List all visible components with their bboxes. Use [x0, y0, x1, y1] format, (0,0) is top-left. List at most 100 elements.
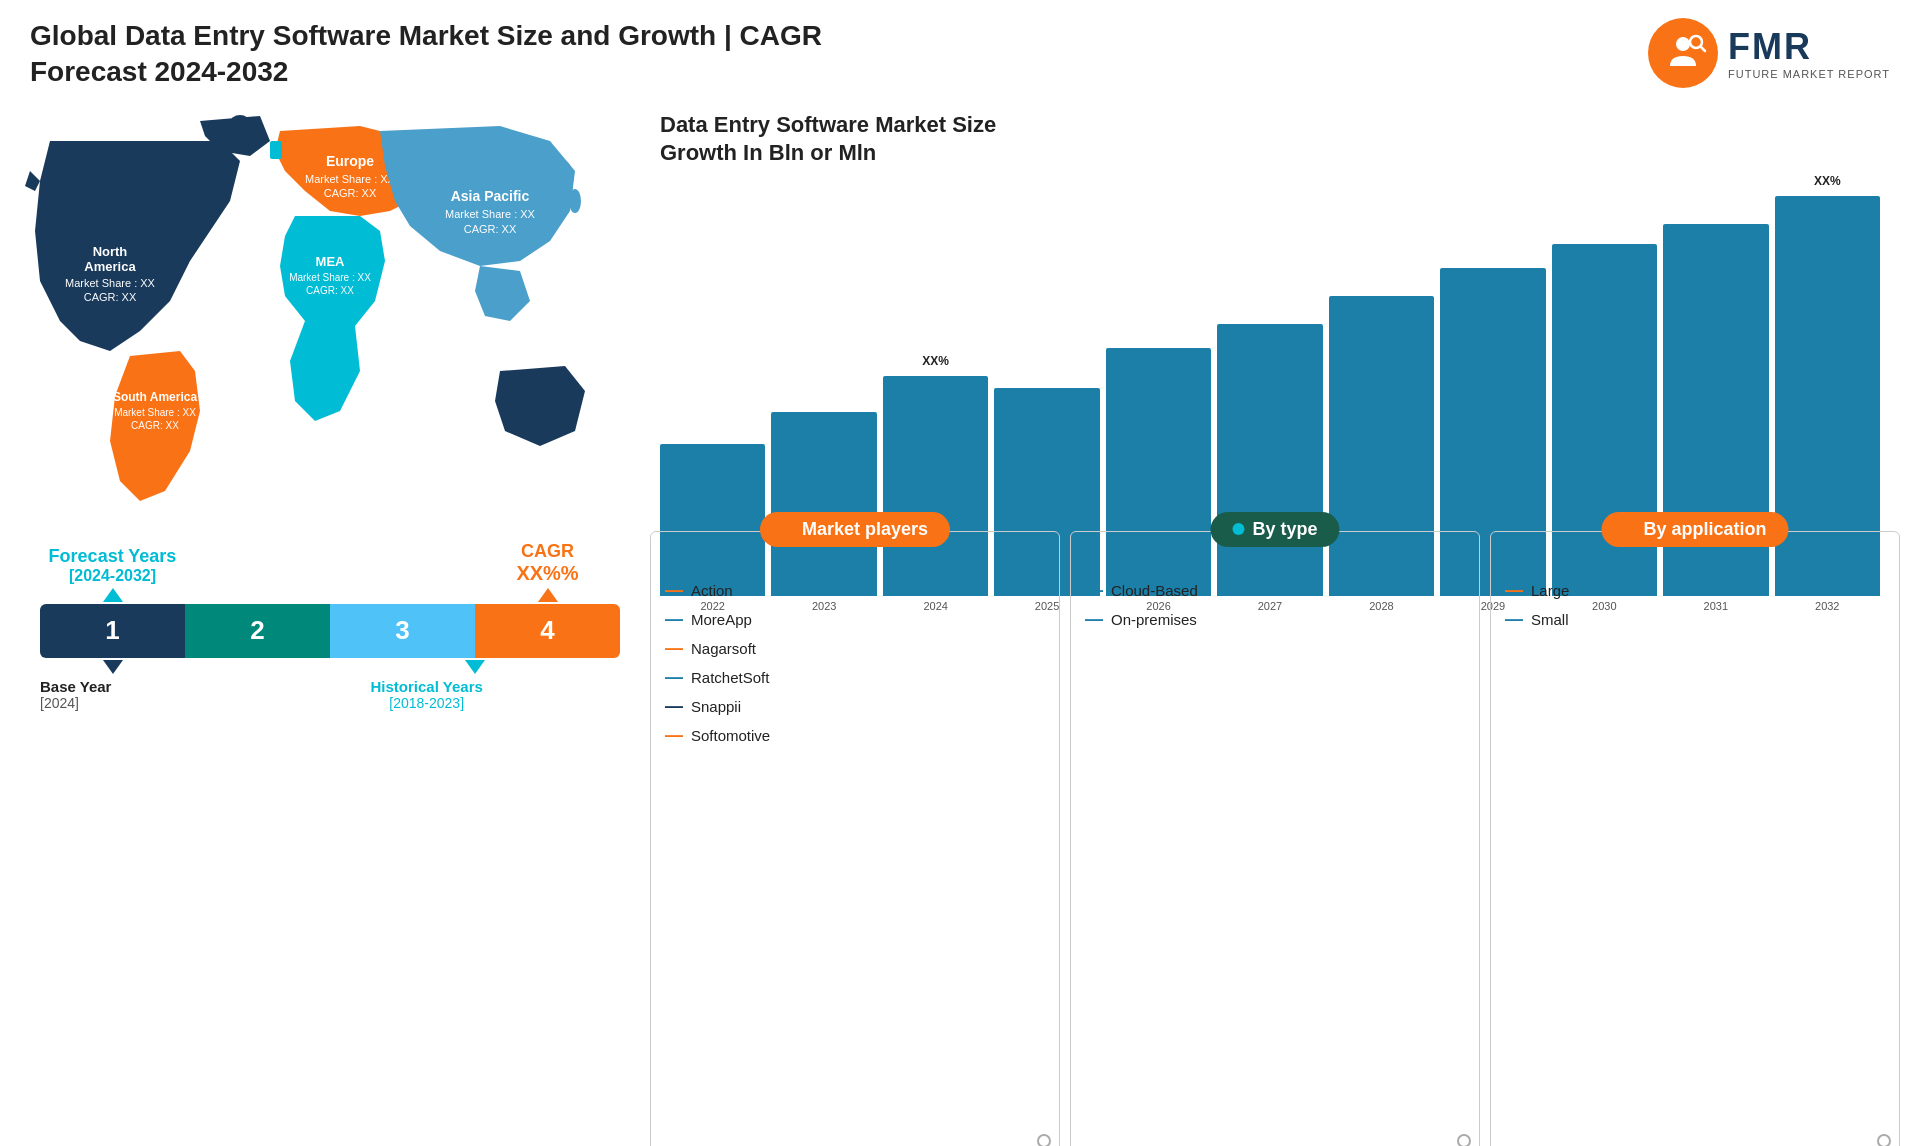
svg-text:Europe: Europe — [326, 153, 374, 169]
type-dot — [1232, 523, 1244, 535]
map-area: North America Market Share : XX CAGR: XX… — [20, 101, 640, 521]
player-nagarsoft: — Nagarsoft — [665, 638, 1045, 659]
cagr-value: XX%% — [516, 562, 578, 585]
player-name-2: MoreApp — [691, 611, 752, 628]
logo-fmr-text: FMR — [1728, 26, 1812, 68]
mea-region: MEA Market Share : XX CAGR: XX — [280, 216, 385, 331]
svg-text:Market Share : XX: Market Share : XX — [65, 277, 156, 289]
chart-area: Data Entry Software Market Size Growth I… — [650, 101, 1900, 521]
logo-sub-text: FUTURE MARKET REPORT — [1728, 68, 1890, 80]
scroll-indicator-1 — [1037, 1134, 1051, 1146]
app-dash-2: — — [1505, 609, 1523, 630]
svg-text:MEA: MEA — [316, 254, 346, 269]
by-type-header: By type — [1210, 512, 1339, 547]
svg-text:South America: South America — [113, 390, 198, 404]
market-players-header: Market players — [760, 512, 950, 547]
player-name-4: RatchetSoft — [691, 669, 769, 686]
by-application-card: By application — Large — Small — [1490, 531, 1900, 1146]
north-america-region: North America Market Share : XX CAGR: XX — [25, 116, 270, 351]
asia-pacific-region: Asia Pacific Market Share : XX CAGR: XX — [380, 126, 585, 446]
app-dot — [1623, 523, 1635, 535]
main-content: North America Market Share : XX CAGR: XX… — [0, 101, 1920, 1146]
bar-label-2032: XX% — [1814, 174, 1841, 188]
svg-text:CAGR: XX: CAGR: XX — [306, 285, 354, 296]
forecast-label: Forecast Years — [49, 546, 177, 567]
logo-area: FMR FUTURE MARKET REPORT — [1648, 18, 1890, 88]
hist-years-val: [2018-2023] — [233, 695, 620, 711]
app-name-2: Small — [1531, 611, 1569, 628]
player-name-6: Softomotive — [691, 727, 770, 744]
scroll-indicator-3 — [1877, 1134, 1891, 1146]
type-name-2: On-premises — [1111, 611, 1197, 628]
svg-point-21 — [569, 189, 581, 213]
spacer2 — [1085, 558, 1465, 572]
app-name-1: Large — [1531, 582, 1569, 599]
svg-text:CAGR: XX: CAGR: XX — [464, 223, 517, 235]
market-players-title: Market players — [802, 519, 928, 540]
bar-label-2024: XX% — [922, 354, 949, 368]
logo-svg — [1658, 28, 1708, 78]
player-name-3: Nagarsoft — [691, 640, 756, 657]
player-softomotive: — Softomotive — [665, 725, 1045, 746]
forecast-arrow — [103, 588, 123, 602]
logo-icon — [1648, 18, 1718, 88]
step-4: 4 — [475, 604, 620, 658]
player-snappii: — Snappii — [665, 696, 1045, 717]
svg-text:Market Share : XX: Market Share : XX — [289, 272, 371, 283]
svg-text:CAGR: XX: CAGR: XX — [131, 420, 179, 431]
player-name-1: Action — [691, 582, 733, 599]
dash-6: — — [665, 725, 683, 746]
step-1: 1 — [40, 604, 185, 658]
dash-2: — — [665, 609, 683, 630]
hist-years-label: Historical Years — [233, 678, 620, 695]
cagr-arrow — [538, 588, 558, 602]
spacer3 — [1505, 558, 1885, 572]
scroll-indicator-2 — [1457, 1134, 1471, 1146]
svg-text:Market Share : XX: Market Share : XX — [445, 208, 536, 220]
spacer1 — [665, 558, 1045, 572]
base-arrow — [103, 660, 123, 674]
page-title: Global Data Entry Software Market Size a… — [30, 18, 850, 91]
type-onprem: — On-premises — [1085, 609, 1465, 630]
step-3: 3 — [330, 604, 475, 658]
type-dash-2: — — [1085, 609, 1103, 630]
bottom-panels: Market players — Action — MoreApp — Naga… — [650, 531, 1900, 1146]
by-type-title: By type — [1252, 519, 1317, 540]
market-players-card: Market players — Action — MoreApp — Naga… — [650, 531, 1060, 1146]
svg-point-1 — [1676, 37, 1690, 51]
left-panel: North America Market Share : XX CAGR: XX… — [20, 101, 640, 1146]
chart-title: Data Entry Software Market Size Growth I… — [660, 111, 1020, 168]
svg-text:CAGR: XX: CAGR: XX — [324, 187, 377, 199]
player-action: — Action — [665, 580, 1045, 601]
steps-row: 1 2 3 4 — [40, 604, 620, 658]
svg-text:CAGR: XX: CAGR: XX — [84, 291, 137, 303]
type-cloud: — Cloud-Based — [1085, 580, 1465, 601]
timeline-section: Forecast Years [2024-2032] CAGR XX%% — [20, 531, 640, 711]
right-panel: Data Entry Software Market Size Growth I… — [650, 101, 1900, 1146]
by-application-header: By application — [1601, 512, 1788, 547]
forecast-years: [2024-2032] — [69, 567, 156, 585]
step-2: 2 — [185, 604, 330, 658]
cagr-label: CAGR — [521, 541, 574, 562]
app-small: — Small — [1505, 609, 1885, 630]
player-name-5: Snappii — [691, 698, 741, 715]
hist-arrow — [465, 660, 485, 674]
dash-3: — — [665, 638, 683, 659]
dash-4: — — [665, 667, 683, 688]
svg-rect-22 — [270, 141, 282, 159]
player-moreapp: — MoreApp — [665, 609, 1045, 630]
by-type-card: By type — Cloud-Based — On-premises — [1070, 531, 1480, 1146]
app-large: — Large — [1505, 580, 1885, 601]
type-name-1: Cloud-Based — [1111, 582, 1198, 599]
svg-text:North: North — [93, 244, 128, 259]
svg-text:Market Share : XX: Market Share : XX — [114, 407, 196, 418]
svg-text:Asia Pacific: Asia Pacific — [451, 188, 530, 204]
market-dot — [782, 523, 794, 535]
app-dash-1: — — [1505, 580, 1523, 601]
by-application-title: By application — [1643, 519, 1766, 540]
dash-5: — — [665, 696, 683, 717]
dash-1: — — [665, 580, 683, 601]
world-map: North America Market Share : XX CAGR: XX… — [20, 101, 640, 521]
player-ratchetsoft: — RatchetSoft — [665, 667, 1045, 688]
base-year-label: Base Year — [40, 678, 233, 695]
